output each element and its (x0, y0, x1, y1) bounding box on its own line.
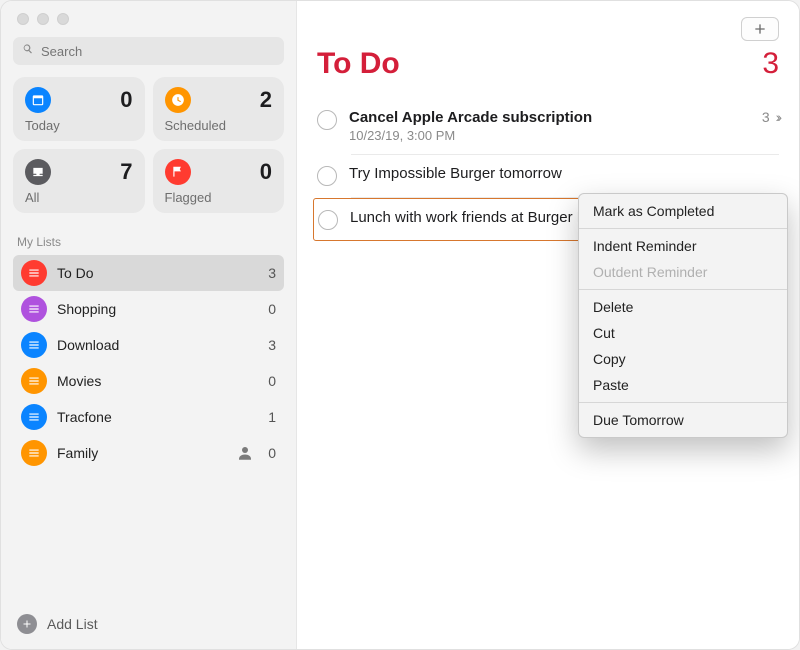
list-count: 0 (262, 373, 276, 389)
complete-checkbox[interactable] (318, 210, 338, 230)
list-title: To Do (317, 47, 400, 81)
list-name: Family (57, 445, 98, 461)
smart-all[interactable]: 7 All (13, 149, 145, 213)
smart-scheduled-label: Scheduled (165, 118, 273, 133)
header: To Do 3 (317, 47, 779, 81)
smart-flagged-label: Flagged (165, 190, 273, 205)
smart-scheduled-count: 2 (260, 87, 272, 113)
add-reminder-button[interactable] (741, 17, 779, 41)
clock-icon (165, 87, 191, 113)
context-menu-item[interactable]: Paste (579, 372, 787, 398)
reminder-row[interactable]: Cancel Apple Arcade subscription 10/23/19… (317, 99, 779, 154)
smart-today-count: 0 (120, 87, 132, 113)
smart-all-label: All (25, 190, 133, 205)
complete-checkbox[interactable] (317, 110, 337, 130)
list-icon (21, 260, 47, 286)
context-menu-item[interactable]: Copy (579, 346, 787, 372)
chevron-right-icon: ›› (776, 109, 779, 125)
search-icon (21, 42, 41, 61)
smart-scheduled[interactable]: 2 Scheduled (153, 77, 285, 141)
complete-checkbox[interactable] (317, 166, 337, 186)
reminder-row[interactable]: Try Impossible Burger tomorrow (317, 155, 779, 197)
smart-lists: 0 Today 2 Scheduled 7 (13, 77, 284, 213)
zoom-dot[interactable] (57, 13, 69, 25)
shared-icon (236, 444, 254, 462)
window-traffic-lights (13, 9, 284, 37)
search-input[interactable] (41, 44, 276, 59)
add-list-label: Add List (47, 616, 98, 632)
list-count: 1 (262, 409, 276, 425)
context-menu-item[interactable]: Due Tomorrow (579, 407, 787, 433)
smart-today[interactable]: 0 Today (13, 77, 145, 141)
my-lists-label: My Lists (17, 235, 280, 249)
list-count: 3 (262, 265, 276, 281)
sidebar-list-row[interactable]: Tracfone 1 (13, 399, 284, 435)
sidebar-list-row[interactable]: Shopping 0 (13, 291, 284, 327)
subtask-indicator[interactable]: 3 ›› (762, 109, 779, 125)
close-dot[interactable] (17, 13, 29, 25)
context-menu-separator (579, 289, 787, 290)
sidebar-list-row[interactable]: To Do 3 (13, 255, 284, 291)
list-count: 0 (262, 445, 276, 461)
context-menu-item[interactable]: Indent Reminder (579, 233, 787, 259)
reminder-title: Try Impossible Burger tomorrow (349, 165, 779, 182)
list-name: Download (57, 337, 119, 353)
search-field[interactable] (13, 37, 284, 65)
list-name: Tracfone (57, 409, 112, 425)
list-total-count: 3 (762, 47, 779, 81)
list-icon (21, 440, 47, 466)
list-name: Movies (57, 373, 101, 389)
list-name: To Do (57, 265, 94, 281)
app-window: 0 Today 2 Scheduled 7 (0, 0, 800, 650)
flag-icon (165, 159, 191, 185)
smart-flagged-count: 0 (260, 159, 272, 185)
tray-icon (25, 159, 51, 185)
main-pane: To Do 3 Cancel Apple Arcade subscription… (297, 1, 799, 649)
reminder-subtitle: 10/23/19, 3:00 PM (349, 128, 750, 143)
plus-circle-icon (17, 614, 37, 634)
calendar-icon (25, 87, 51, 113)
add-list-button[interactable]: Add List (13, 609, 284, 639)
reminder-title: Cancel Apple Arcade subscription (349, 109, 750, 126)
context-menu-separator (579, 228, 787, 229)
list-icon (21, 296, 47, 322)
list-icon (21, 404, 47, 430)
sidebar: 0 Today 2 Scheduled 7 (1, 1, 297, 649)
sidebar-list-row[interactable]: Family 0 (13, 435, 284, 471)
list-container: To Do 3 Shopping 0 Download 3 Movies 0 Tracfone 1… (13, 255, 284, 471)
context-menu-item: Outdent Reminder (579, 259, 787, 285)
smart-all-count: 7 (120, 159, 132, 185)
smart-today-label: Today (25, 118, 133, 133)
subtask-count: 3 (762, 109, 770, 125)
sidebar-list-row[interactable]: Download 3 (13, 327, 284, 363)
context-menu: Mark as Completed Indent ReminderOutdent … (578, 193, 788, 438)
minimize-dot[interactable] (37, 13, 49, 25)
context-menu-item[interactable]: Cut (579, 320, 787, 346)
list-count: 0 (262, 301, 276, 317)
context-menu-separator (579, 402, 787, 403)
toolbar (317, 17, 779, 41)
list-icon (21, 332, 47, 358)
list-icon (21, 368, 47, 394)
sidebar-list-row[interactable]: Movies 0 (13, 363, 284, 399)
context-menu-item[interactable]: Mark as Completed (579, 198, 787, 224)
context-menu-item[interactable]: Delete (579, 294, 787, 320)
list-count: 3 (262, 337, 276, 353)
list-name: Shopping (57, 301, 116, 317)
smart-flagged[interactable]: 0 Flagged (153, 149, 285, 213)
